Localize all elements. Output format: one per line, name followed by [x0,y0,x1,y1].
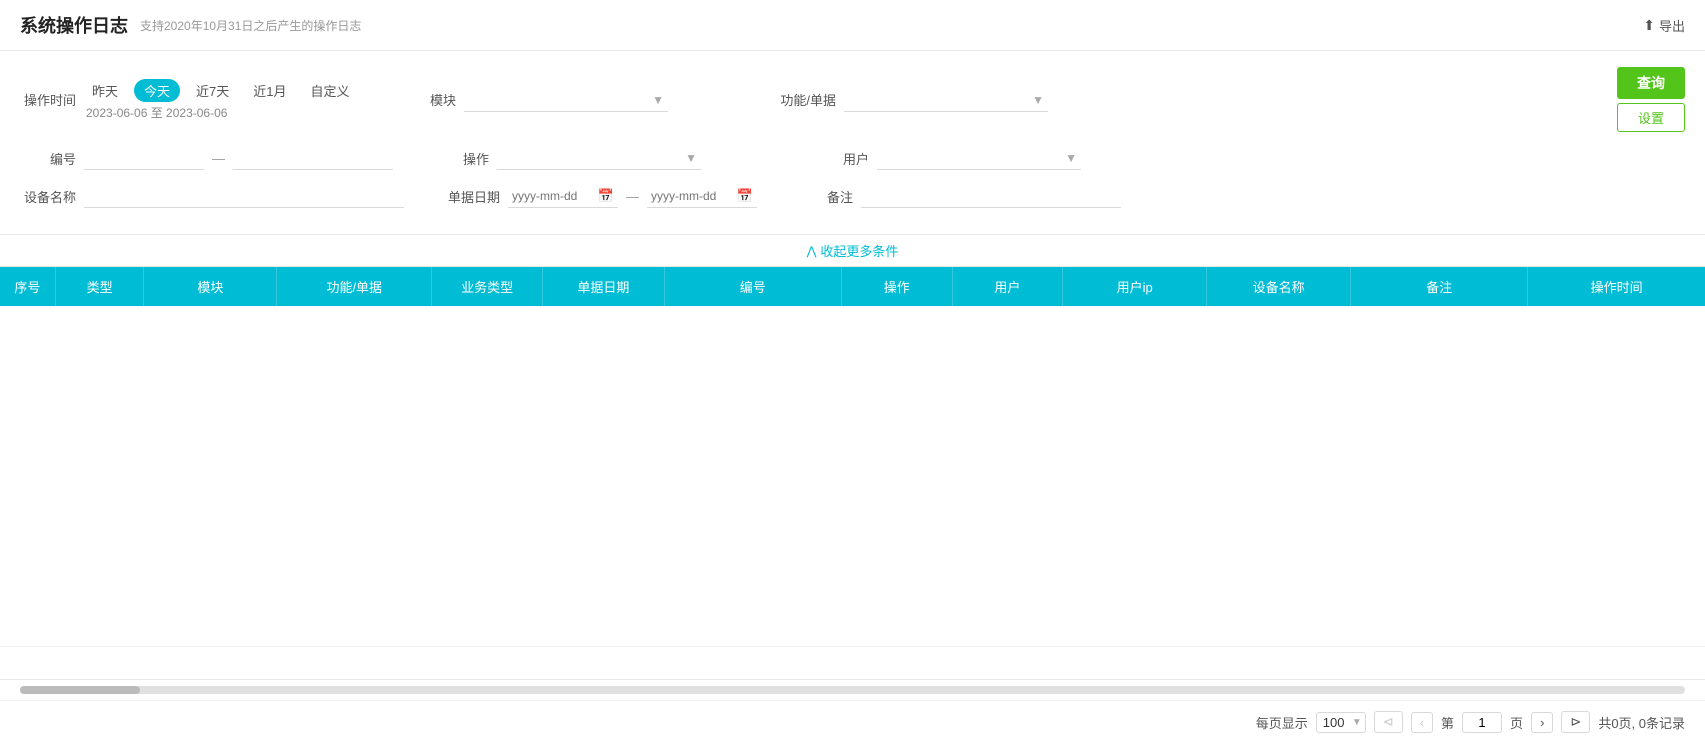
col-type: 类型 [55,267,144,306]
feature-label: 功能/单据 [780,90,844,109]
time-btn-1month[interactable]: 近1月 [245,79,294,102]
scrollbar-thumb[interactable] [20,686,140,694]
export-label: 导出 [1659,16,1685,35]
filter-area: 操作时间 昨天 今天 近7天 近1月 自定义 2023-06-06 至 2023… [0,51,1705,235]
col-doc-date: 单据日期 [542,267,664,306]
time-filter: 昨天 今天 近7天 近1月 自定义 2023-06-06 至 2023-06-0… [84,79,358,121]
table-area: 序号 类型 模块 功能/单据 业务类型 单据日期 编号 操作 用户 用户ip 设… [0,267,1705,679]
user-input[interactable] [877,146,1081,170]
last-page-button[interactable]: ⊳ [1561,711,1590,733]
total-label: 共0页, 0条记录 [1598,713,1685,732]
user-label: 用户 [813,149,877,168]
time-label: 操作时间 [20,90,84,109]
first-page-button[interactable]: ⊲ [1374,711,1403,733]
remark-label: 备注 [797,187,861,206]
filter-row-1: 操作时间 昨天 今天 近7天 近1月 自定义 2023-06-06 至 2023… [20,67,1685,132]
collapse-bar[interactable]: ⋀ 收起更多条件 [0,235,1705,267]
empty-cell [0,306,1705,646]
action-buttons: 查询 设置 [1617,67,1685,132]
col-user-ip: 用户ip [1063,267,1207,306]
scrollbar-area [0,679,1705,700]
filter-row-3: 设备名称 单据日期 📅 — 📅 备注 [20,184,1685,208]
col-biz-type: 业务类型 [432,267,543,306]
device-label: 设备名称 [20,187,84,206]
query-button[interactable]: 查询 [1617,67,1685,99]
feature-input[interactable] [844,88,1048,112]
time-buttons: 昨天 今天 近7天 近1月 自定义 [84,79,358,102]
page-number-input[interactable] [1462,712,1502,733]
time-filter-group: 操作时间 昨天 今天 近7天 近1月 自定义 2023-06-06 至 2023… [20,79,360,121]
doc-date-label: 单据日期 [444,187,508,206]
page-header: 系统操作日志 支持2020年10月31日之后产生的操作日志 ⬆ 导出 [0,0,1705,51]
module-dropdown-wrap: ▼ [464,88,668,112]
export-icon: ⬆ [1643,17,1655,34]
remark-filter-group: 备注 [797,184,1121,208]
col-feature: 功能/单据 [277,267,432,306]
doc-date-dash: — [626,189,639,204]
calendar-to-icon[interactable]: 📅 [737,188,753,204]
module-filter-group: 模块 ▼ [400,88,740,112]
table-header-row: 序号 类型 模块 功能/单据 业务类型 单据日期 编号 操作 用户 用户ip 设… [0,267,1705,306]
prev-page-button[interactable]: ‹ [1411,712,1433,733]
page-container: 系统操作日志 支持2020年10月31日之后产生的操作日志 ⬆ 导出 操作时间 … [0,0,1705,743]
page-title: 系统操作日志 [20,12,128,38]
number-label: 编号 [20,149,84,168]
col-user: 用户 [952,267,1063,306]
filter-row-2: 编号 — 操作 ▼ 用户 ▼ [20,146,1685,170]
time-btn-7days[interactable]: 近7天 [188,79,237,102]
time-btn-today[interactable]: 今天 [134,79,180,102]
col-op-time: 操作时间 [1528,267,1705,306]
doc-date-from-wrap: 📅 [508,185,618,208]
page-label: 第 [1441,713,1454,732]
doc-date-to-wrap: 📅 [647,185,757,208]
data-table: 序号 类型 模块 功能/单据 业务类型 单据日期 编号 操作 用户 用户ip 设… [0,267,1705,647]
per-page-wrap: 100 50 200 ▼ [1316,712,1366,733]
col-device: 设备名称 [1207,267,1351,306]
pagination-bar: 每页显示 100 50 200 ▼ ⊲ ‹ 第 页 › ⊳ 共0页, 0条记录 [0,700,1705,743]
scrollbar-track[interactable] [20,686,1685,694]
export-button[interactable]: ⬆ 导出 [1643,16,1685,35]
page-subtitle: 支持2020年10月31日之后产生的操作日志 [140,17,361,34]
per-page-label: 每页显示 [1256,713,1308,732]
doc-date-filter-group: 单据日期 📅 — 📅 [444,185,757,208]
number-input-to[interactable] [233,146,393,170]
col-remark: 备注 [1351,267,1528,306]
settings-button[interactable]: 设置 [1617,103,1685,132]
page-unit: 页 [1510,713,1523,732]
feature-dropdown-wrap: ▼ [844,88,1048,112]
time-range-display: 2023-06-06 至 2023-06-06 [84,104,358,121]
next-page-button[interactable]: › [1531,712,1553,733]
per-page-select[interactable]: 100 50 200 [1316,712,1366,733]
table-body [0,306,1705,646]
collapse-label: 收起更多条件 [820,241,898,260]
feature-filter-group: 功能/单据 ▼ [780,88,1120,112]
empty-row [0,306,1705,646]
operation-label: 操作 [433,149,497,168]
user-filter-group: 用户 ▼ [813,146,1153,170]
operation-input[interactable] [497,146,701,170]
header-left: 系统操作日志 支持2020年10月31日之后产生的操作日志 [20,12,361,38]
col-number: 编号 [664,267,841,306]
device-input[interactable] [84,184,404,208]
module-label: 模块 [400,90,464,109]
number-input-from[interactable] [84,146,204,170]
calendar-from-icon[interactable]: 📅 [598,188,614,204]
col-index: 序号 [0,267,55,306]
time-btn-yesterday[interactable]: 昨天 [84,79,126,102]
module-input[interactable] [464,88,668,112]
operation-dropdown-wrap: ▼ [497,146,701,170]
table-header: 序号 类型 模块 功能/单据 业务类型 单据日期 编号 操作 用户 用户ip 设… [0,267,1705,306]
remark-input[interactable] [861,184,1121,208]
user-dropdown-wrap: ▼ [877,146,1081,170]
time-btn-custom[interactable]: 自定义 [303,79,358,102]
col-operation: 操作 [841,267,952,306]
col-module: 模块 [144,267,277,306]
number-dash: — [212,151,225,166]
collapse-text: ⋀ 收起更多条件 [807,241,899,260]
collapse-icon: ⋀ [807,244,817,258]
operation-filter-group: 操作 ▼ [433,146,773,170]
